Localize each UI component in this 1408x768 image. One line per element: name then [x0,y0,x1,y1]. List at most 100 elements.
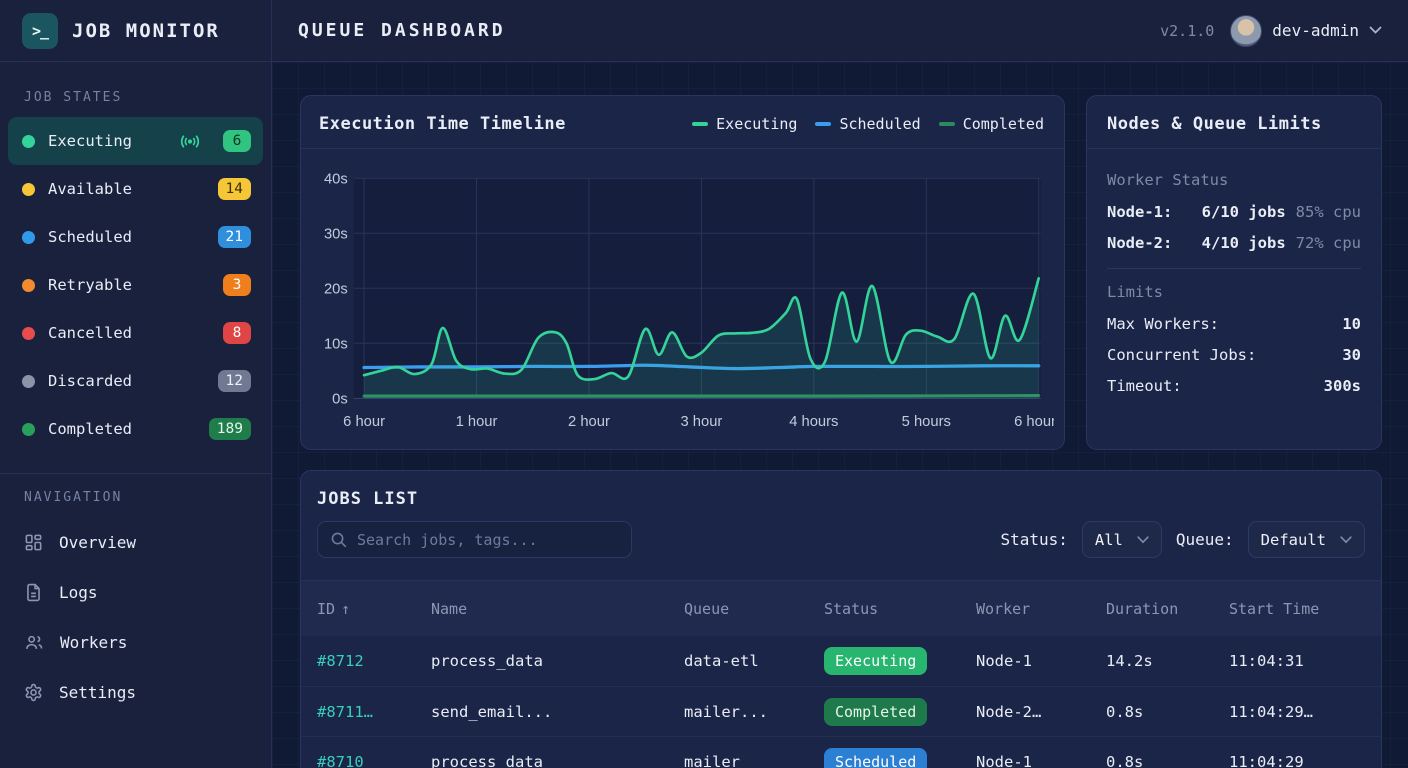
svg-text:2 hour: 2 hour [568,414,610,430]
state-count-badge: 6 [223,130,251,152]
jobs-toolbar: Status: All Queue: Default [301,509,1381,558]
job-id-link[interactable]: #8710 [317,753,431,768]
sidebar-state-discarded[interactable]: Discarded 12 [8,357,263,405]
timeline-card-title: Execution Time Timeline [319,114,566,134]
worker-status-list: Node-1: 6/10 jobs 85% cpu Node-2: 4/10 jobs 7… [1107,203,1361,252]
timeline-chart-svg: 0s 10s 20s 30s 40s 6 hour 1 hour 2 hour 3 hour 4 … [324,171,1063,430]
state-dot [22,374,35,388]
legend-label: Scheduled [839,115,921,133]
column-header-id[interactable]: ID ↑ [317,600,431,618]
jobs-list-card: JOBS LIST Status: All Queue: Default ID ↑ Nam… [300,470,1382,768]
status-badge: Scheduled [824,747,928,768]
sidebar-state-retryable[interactable]: Retryable 3 [8,261,263,309]
column-header-start-time: Start Time [1229,600,1381,618]
job-worker: Node-1 [976,752,1032,768]
svg-text:6 hour: 6 hour [343,414,385,430]
worker-status-row: Node-2: 4/10 jobs 72% cpu [1107,234,1361,252]
nodes-divider [1107,268,1361,269]
logs-file-icon [24,583,43,602]
workers-users-icon [24,633,44,652]
sort-arrow-icon: ↑ [341,599,351,618]
search-input[interactable] [357,530,619,549]
main-content: Execution Time Timeline Executing Schedul… [272,62,1408,768]
job-worker: Node-2… [976,702,1042,721]
column-header-worker: Worker [976,600,1106,618]
nav-item-label: Settings [59,682,137,702]
column-label: Duration [1106,599,1179,618]
brand-area: >_ JOB MONITOR [0,0,272,61]
svg-text:4 hours: 4 hours [789,414,838,430]
limit-row: Timeout: 300s [1107,377,1361,395]
live-broadcast-icon [178,134,202,149]
state-count-badge: 21 [217,226,251,248]
job-name: process_data [431,752,543,768]
table-row[interactable]: #8710 process_data mailer Scheduled Node-1 0.… [301,736,1381,768]
worker-cpu: 85% cpu [1295,203,1361,221]
limit-row: Concurrent Jobs: 30 [1107,346,1361,364]
sidebar-item-workers[interactable]: Workers [0,617,271,667]
job-queue: mailer [684,752,740,768]
job-queue: mailer... [684,702,768,721]
filters: Status: All Queue: Default [1000,521,1365,558]
legend-item-completed: Completed [938,115,1044,133]
state-dot [22,278,35,292]
legend-swatch [692,122,709,126]
sidebar-state-available[interactable]: Available 14 [8,165,263,213]
table-row[interactable]: #8711… send_email... mailer... Completed Nod… [301,686,1381,736]
status-select[interactable]: All [1081,521,1162,558]
limit-label: Concurrent Jobs: [1107,346,1257,364]
sidebar-state-completed[interactable]: Completed 189 [8,405,263,453]
svg-text:6 hours: 6 hours [1014,414,1054,430]
sidebar-state-scheduled[interactable]: Scheduled 21 [8,213,263,261]
limit-value: 30 [1342,346,1361,364]
avatar[interactable] [1230,14,1263,47]
jobs-table: ID ↑ Name Queue Status Worker Duration Start Ti… [301,580,1381,768]
job-states-list: Executing 6 Available 14 Scheduled 21 Retryabl… [0,117,271,453]
job-id-link[interactable]: #8712 [317,652,431,670]
navigation-section-label: NAVIGATION [24,490,123,505]
worker-status-label: Worker Status [1107,171,1229,189]
column-label: Worker [976,599,1031,618]
job-duration: 0.8s [1106,752,1144,768]
state-dot [22,326,35,340]
jobs-table-header-row: ID ↑ Name Queue Status Worker Duration Start Ti… [301,581,1381,636]
state-count-badge: 3 [223,274,251,296]
status-badge: Completed [824,697,928,726]
svg-text:40s: 40s [324,171,348,187]
user-name: dev-admin [1272,21,1359,40]
queue-select[interactable]: Default [1247,521,1365,558]
user-menu[interactable]: dev-admin [1230,14,1382,47]
terminal-logo-icon: >_ [22,12,58,49]
sidebar-item-overview[interactable]: Overview [0,517,271,567]
svg-text:0s: 0s [332,391,348,407]
job-duration: 0.8s [1106,702,1144,721]
sidebar-item-settings[interactable]: Settings [0,667,271,717]
status-select-value: All [1094,530,1123,549]
nav-item-label: Workers [60,632,128,652]
column-header-duration: Duration [1106,600,1229,618]
svg-text:3 hour: 3 hour [680,414,722,430]
nodes-limits-card: Nodes & Queue Limits Worker Status Node-… [1086,95,1382,450]
sidebar-item-logs[interactable]: Logs [0,567,271,617]
column-label: Name [431,599,468,618]
table-row[interactable]: #8712 process_data data-etl Executing Node-1… [301,636,1381,686]
jobs-table-body: #8712 process_data data-etl Executing Node-1… [301,636,1381,768]
state-label: Discarded [48,372,132,390]
header-main: QUEUE DASHBOARD v2.1.0 dev-admin [272,0,1408,61]
state-dot [22,134,35,148]
sidebar-divider [0,473,271,474]
sidebar-state-executing[interactable]: Executing 6 [8,117,263,165]
chevron-down-icon [1137,535,1149,544]
job-id-link[interactable]: #8711… [317,703,431,721]
settings-gear-icon [24,683,43,702]
sidebar-state-cancelled[interactable]: Cancelled 8 [8,309,263,357]
jobs-list-title: JOBS LIST [317,489,419,509]
nodes-card-title: Nodes & Queue Limits [1107,114,1322,134]
search-box[interactable] [317,521,632,558]
state-label: Available [48,180,132,198]
state-label: Executing [48,132,132,150]
state-label: Retryable [48,276,132,294]
state-count-badge: 14 [217,178,251,200]
svg-text:20s: 20s [324,281,348,297]
timeline-chart: 0s 10s 20s 30s 40s 6 hour 1 hour 2 hour 3 hour 4 … [301,149,1064,449]
